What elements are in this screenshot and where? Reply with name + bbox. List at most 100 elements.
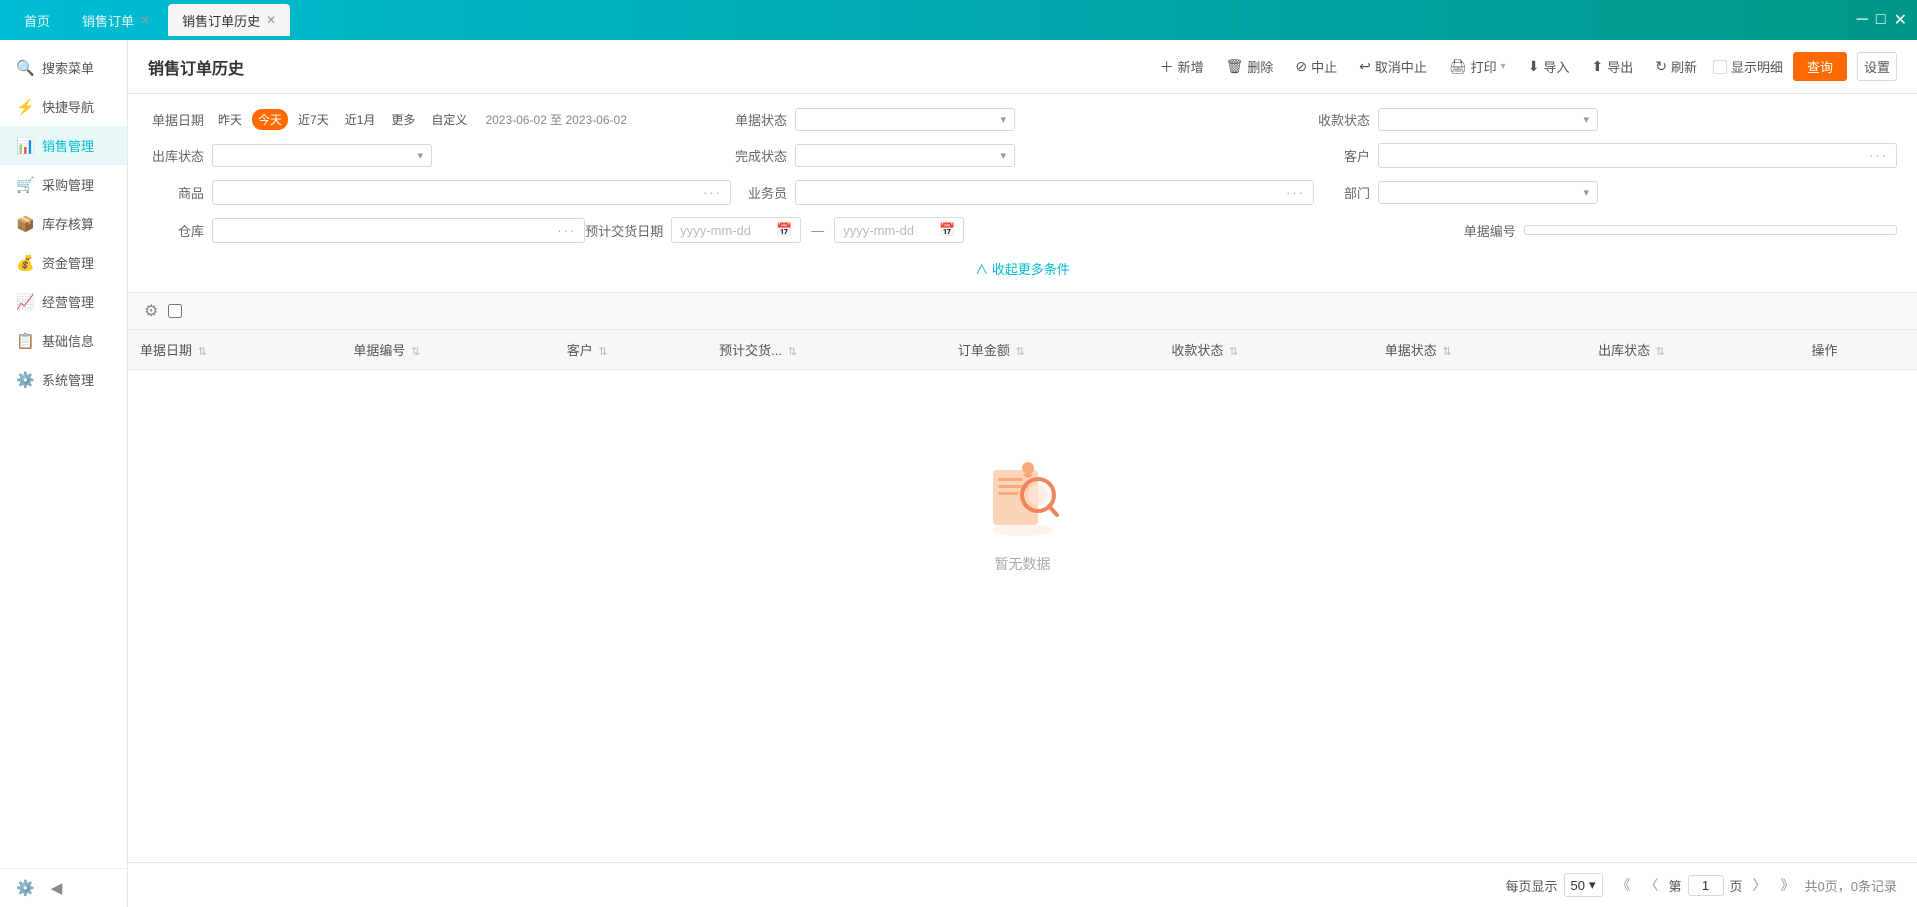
page-unit: 页 [1730, 876, 1743, 895]
month1-btn[interactable]: 近1月 [339, 109, 382, 130]
product-input[interactable]: ··· [212, 180, 731, 205]
filter-item-customer: 客户 ··· [1314, 143, 1897, 168]
product-dots[interactable]: ··· [703, 185, 722, 200]
empty-state: 暂无数据 [128, 370, 1917, 654]
purchase-icon: 🛒 [16, 176, 34, 194]
window-close-icon[interactable]: ✕ [1894, 10, 1907, 30]
doc-number-input[interactable] [1524, 225, 1897, 235]
page-size-dropdown[interactable]: 50 ▾ [1564, 873, 1603, 897]
week7-btn[interactable]: 近7天 [292, 109, 335, 130]
more-btn[interactable]: 更多 [385, 109, 421, 130]
display-detail-checkbox[interactable] [1713, 60, 1727, 74]
export-button[interactable]: ⬆ 导出 [1585, 53, 1639, 80]
col-number-sort[interactable]: ⇅ [411, 346, 420, 358]
sales-icon: 📊 [16, 137, 34, 155]
filter-item-department: 部门 ▾ [1314, 181, 1897, 204]
sidebar: 🔍 搜索菜单 ⚡ 快捷导航 📊 销售管理 🛒 采购管理 📦 库存核算 💰 资金管… [0, 40, 128, 907]
warehouse-input[interactable]: ··· [212, 218, 585, 243]
filter-item-order-status: 单据状态 ▾ [731, 108, 1314, 131]
department-select[interactable]: ▾ [1378, 181, 1598, 204]
delivery-status-control: ▾ [212, 144, 731, 167]
col-amount-sort[interactable]: ⇅ [1016, 346, 1025, 358]
col-delivery-label: 预计交货... [719, 343, 782, 358]
sidebar-item-sales-mgmt[interactable]: 📊 销售管理 [0, 126, 127, 165]
first-page-btn[interactable]: 《 [1613, 873, 1635, 897]
print-dropdown-icon[interactable]: ▾ [1501, 61, 1506, 72]
yesterday-btn[interactable]: 昨天 [212, 109, 248, 130]
warehouse-dots[interactable]: ··· [557, 223, 576, 238]
tab-sales-order-label: 销售订单 [82, 11, 134, 30]
tab-sales-order-history[interactable]: 销售订单历史 ✕ [168, 4, 290, 36]
new-button[interactable]: ＋ 新增 [1154, 53, 1210, 81]
sidebar-item-quick-nav[interactable]: ⚡ 快捷导航 [0, 87, 127, 126]
sidebar-item-search-menu[interactable]: 🔍 搜索菜单 [0, 48, 127, 87]
delivery-date-from[interactable]: yyyy-mm-dd 📅 [671, 217, 801, 243]
next-page-btn[interactable]: 〉 [1749, 873, 1771, 897]
sidebar-item-purchase-mgmt[interactable]: 🛒 采购管理 [0, 165, 127, 204]
col-customer-sort[interactable]: ⇅ [598, 346, 607, 358]
display-detail-checkbox-wrapper[interactable]: 显示明细 [1713, 57, 1783, 76]
import-button[interactable]: ⬇ 导入 [1522, 53, 1576, 80]
salesperson-dots[interactable]: ··· [1286, 185, 1305, 200]
payment-status-select[interactable]: ▾ [1378, 108, 1598, 131]
sidebar-item-inventory[interactable]: 📦 库存核算 [0, 204, 127, 243]
query-button[interactable]: 查询 [1793, 52, 1847, 81]
tab-sales-order[interactable]: 销售订单 ✕ [68, 4, 164, 36]
order-status-select[interactable]: ▾ [795, 108, 1015, 131]
customer-dots[interactable]: ··· [1869, 148, 1888, 163]
customer-input[interactable]: ··· [1378, 143, 1897, 168]
sidebar-item-purchase-label: 采购管理 [42, 175, 94, 194]
settings-bottom-icon[interactable]: ⚙️ [16, 879, 35, 897]
tab-home[interactable]: 首页 [10, 4, 64, 36]
collapse-more-button[interactable]: ∧ 收起更多条件 [148, 255, 1897, 286]
display-detail-label: 显示明细 [1731, 57, 1783, 76]
col-delivery: 预计交货... ⇅ [707, 330, 946, 370]
col-customer: 客户 ⇅ [555, 330, 707, 370]
page-number-input[interactable] [1688, 875, 1724, 896]
table-settings-icon[interactable]: ⚙ [144, 301, 158, 321]
delivery-status-select[interactable]: ▾ [212, 144, 432, 167]
complete-status-select[interactable]: ▾ [795, 144, 1015, 167]
custom-btn[interactable]: 自定义 [425, 109, 473, 130]
filter-row-4: 仓库 ··· 预计交货日期 yyyy-mm-dd 📅 [148, 217, 1897, 243]
delete-button[interactable]: 🗑 删除 [1220, 53, 1280, 80]
customer-label: 客户 [1314, 146, 1370, 165]
collapse-icon[interactable]: ◀ [51, 879, 63, 897]
prev-page-btn[interactable]: 〈 [1641, 873, 1663, 897]
delivery-date-to[interactable]: yyyy-mm-dd 📅 [834, 217, 964, 243]
minimize-icon[interactable]: ─ [1857, 11, 1868, 29]
col-delivery-sort[interactable]: ⇅ [788, 346, 797, 358]
order-status-chevron: ▾ [1000, 113, 1006, 126]
col-date-sort[interactable]: ⇅ [198, 346, 207, 358]
tab-home-label: 首页 [24, 11, 50, 30]
select-all-checkbox[interactable] [168, 304, 182, 318]
refresh-button[interactable]: ↻ 刷新 [1649, 53, 1703, 80]
salesperson-input[interactable]: ··· [795, 180, 1314, 205]
last-page-btn[interactable]: 》 [1777, 873, 1799, 897]
today-btn[interactable]: 今天 [252, 109, 288, 130]
calendar-from-icon[interactable]: 📅 [776, 222, 792, 238]
doc-number-control [1524, 225, 1897, 235]
cancel-stop-button[interactable]: ↩ 取消中止 [1353, 53, 1433, 80]
filter-item-delivery-date: 预计交货日期 yyyy-mm-dd 📅 — yyyy-mm-dd 📅 [585, 217, 1460, 243]
sidebar-item-system[interactable]: ⚙️ 系统管理 [0, 360, 127, 399]
sidebar-bottom: ⚙️ ◀ [0, 868, 127, 907]
delivery-date-control: yyyy-mm-dd 📅 — yyyy-mm-dd 📅 [671, 217, 1459, 243]
calendar-to-icon[interactable]: 📅 [939, 222, 955, 238]
close-history-tab[interactable]: ✕ [266, 13, 276, 27]
col-deliverystatus-sort[interactable]: ⇅ [1656, 346, 1665, 358]
col-orderstatus-sort[interactable]: ⇅ [1442, 346, 1451, 358]
product-control: ··· [212, 180, 731, 205]
settings-button[interactable]: 设置 [1857, 52, 1897, 81]
stop-button[interactable]: ⊘ 中止 [1289, 53, 1343, 80]
col-payment: 收款状态 ⇅ [1159, 330, 1372, 370]
col-number-label: 单据编号 [353, 343, 405, 358]
sidebar-item-basic-info[interactable]: 📋 基础信息 [0, 321, 127, 360]
close-sales-order-tab[interactable]: ✕ [140, 13, 150, 27]
sidebar-item-operations[interactable]: 📈 经营管理 [0, 282, 127, 321]
print-button[interactable]: 🖨 打印 ▾ [1443, 53, 1512, 80]
col-payment-sort[interactable]: ⇅ [1229, 346, 1238, 358]
page-size-value: 50 [1571, 878, 1585, 893]
sidebar-item-finance[interactable]: 💰 资金管理 [0, 243, 127, 282]
maximize-icon[interactable]: □ [1876, 11, 1886, 29]
